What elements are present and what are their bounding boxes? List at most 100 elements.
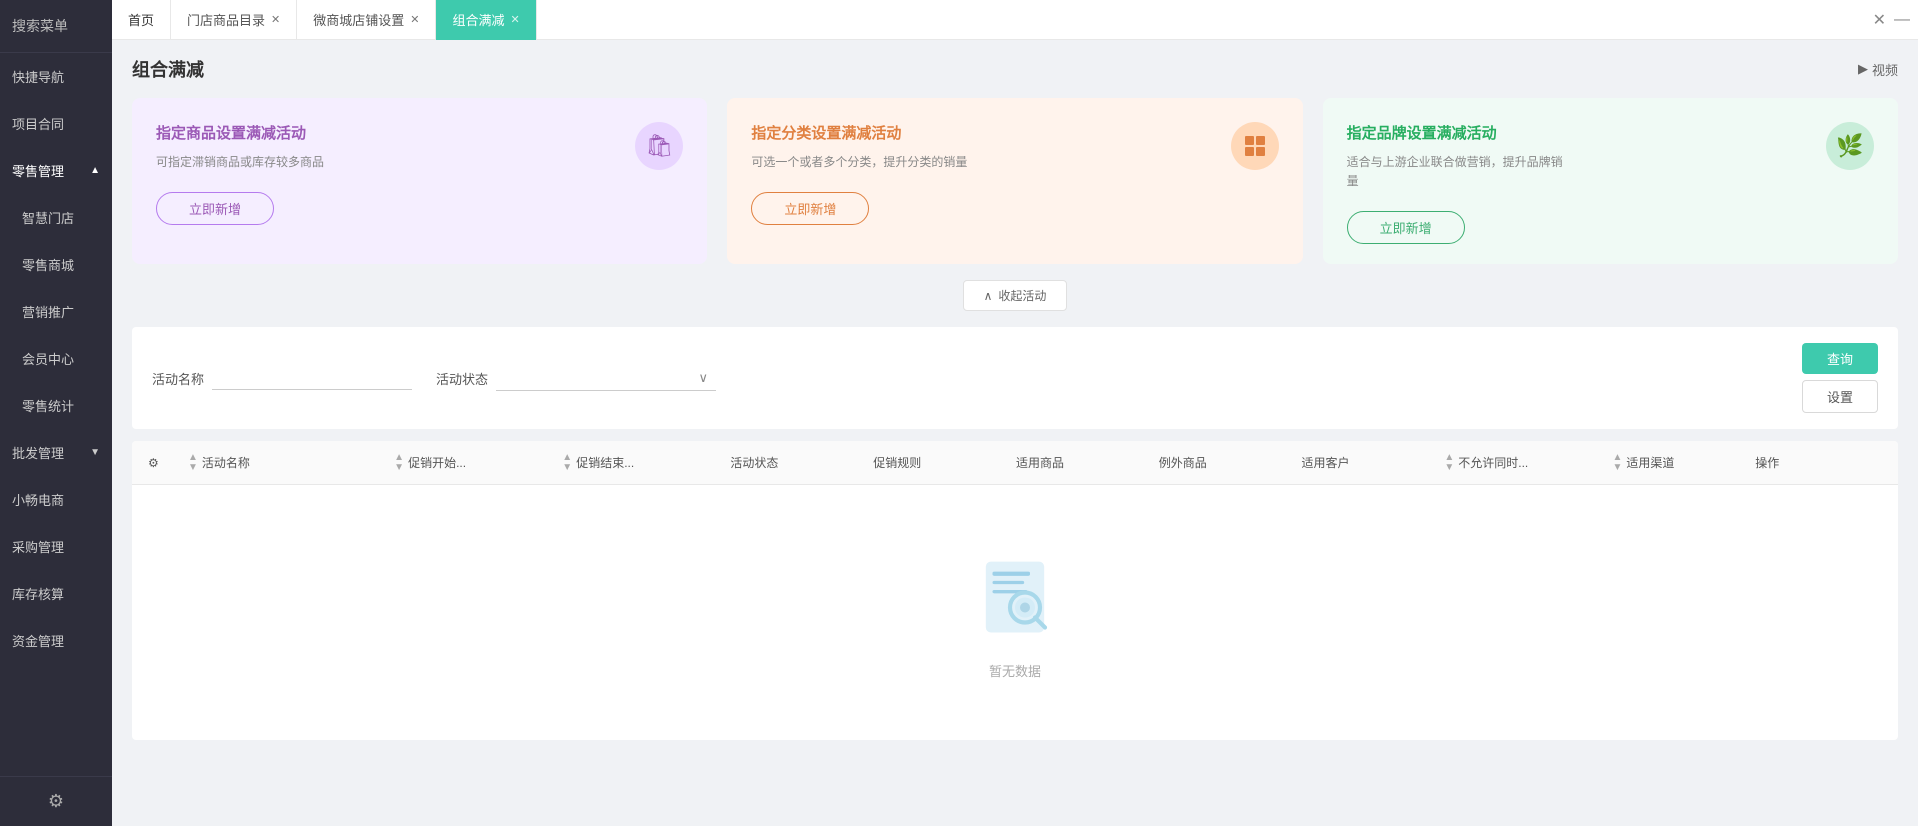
sidebar-item-retail-mall[interactable]: 零售商城 (0, 241, 112, 288)
collapse-button[interactable]: ∧ 收起活动 (963, 280, 1068, 311)
empty-illustration (965, 545, 1065, 645)
th-start-label: 促销开始... (408, 454, 466, 471)
sidebar-item-marketing[interactable]: 营销推广 (0, 288, 112, 335)
chevron-down-icon: ∨ (699, 370, 709, 386)
promo-card-category: 指定分类设置满减活动 可选一个或者多个分类，提升分类的销量 立即新增 (727, 98, 1302, 264)
promo-card-brand-icon: 🌿 (1826, 122, 1874, 170)
th-nosame-label: 不允许同时... (1458, 454, 1528, 471)
window-close-icon[interactable]: ✕ (1873, 10, 1886, 30)
sort-icon: ▲▼ (1444, 453, 1454, 473)
video-label: 视频 (1872, 60, 1898, 79)
promo-card-category-title: 指定分类设置满减活动 (751, 122, 1278, 143)
sidebar-item-label: 批发管理 (12, 443, 64, 462)
filter-name-input[interactable] (212, 366, 412, 390)
sidebar: 搜索菜单 快捷导航 项目合同 零售管理 ▲ 智慧门店 零售商城 营销推广 会员中… (0, 0, 112, 826)
sort-icon: ▲▼ (1612, 453, 1622, 473)
th-goods-label: 适用商品 (1016, 454, 1064, 471)
empty-state: 暂无数据 (132, 485, 1898, 740)
sidebar-item-purchase-mgmt[interactable]: 采购管理 (0, 523, 112, 570)
th-name[interactable]: ▲▼ 活动名称 (180, 453, 386, 473)
collapse-label: 收起活动 (998, 287, 1046, 304)
sidebar-item-label: 零售商城 (22, 255, 74, 274)
empty-text: 暂无数据 (989, 661, 1041, 680)
sidebar-item-label: 项目合同 (12, 114, 64, 133)
sidebar-item-label: 零售统计 (22, 396, 74, 415)
promo-card-category-btn[interactable]: 立即新增 (751, 192, 869, 225)
sort-icon: ▲▼ (188, 453, 198, 473)
sidebar-item-label: 采购管理 (12, 537, 64, 556)
sidebar-item-label: 快捷导航 (12, 67, 64, 86)
play-icon: ▶ (1858, 61, 1868, 77)
tabs-controls: ✕ — (1873, 10, 1918, 30)
close-icon[interactable]: ✕ (271, 13, 280, 26)
th-ops-label: 操作 (1755, 454, 1779, 471)
filter-row: 活动名称 活动状态 ∨ 查询 设置 (132, 327, 1898, 429)
sidebar-item-label: 智慧门店 (22, 208, 74, 227)
sidebar-item-xiaochang-ecom[interactable]: 小畅电商 (0, 476, 112, 523)
filter-status-select[interactable]: ∨ (496, 366, 716, 391)
th-goods: 适用商品 (1008, 454, 1151, 471)
th-except: 例外商品 (1151, 454, 1294, 471)
filter-name-item: 活动名称 (152, 366, 412, 390)
filter-status-item: 活动状态 ∨ (436, 366, 716, 391)
promo-cards-row: 🛍 指定商品设置满减活动 可指定滞销商品或库存较多商品 立即新增 指定分类设置满… (132, 98, 1898, 264)
tabs-bar: 首页 门店商品目录 ✕ 微商城店铺设置 ✕ 组合满减 ✕ ✕ — (112, 0, 1918, 40)
chevron-down-icon: ▼ (90, 447, 100, 458)
sidebar-item-label: 会员中心 (22, 349, 74, 368)
close-icon[interactable]: ✕ (410, 13, 419, 26)
sidebar-item-project-contract[interactable]: 项目合同 (0, 100, 112, 147)
query-button[interactable]: 查询 (1802, 343, 1878, 374)
window-minimize-icon[interactable]: — (1894, 11, 1910, 29)
th-channel-label: 适用渠道 (1626, 454, 1674, 471)
tab-home[interactable]: 首页 (112, 0, 171, 40)
th-end[interactable]: ▲▼ 促销结束... (554, 453, 722, 473)
promo-card-product-btn[interactable]: 立即新增 (156, 192, 274, 225)
video-link[interactable]: ▶ 视频 (1858, 60, 1898, 79)
main-area: 首页 门店商品目录 ✕ 微商城店铺设置 ✕ 组合满减 ✕ ✕ — 组合满减 ▶ … (112, 0, 1918, 826)
th-rule: 促销规则 (865, 454, 1008, 471)
sidebar-item-smart-store[interactable]: 智慧门店 (0, 194, 112, 241)
data-table: ⚙ ▲▼ 活动名称 ▲▼ 促销开始... ▲▼ 促销结束... 活动状态 (132, 441, 1898, 740)
sidebar-item-member-center[interactable]: 会员中心 (0, 335, 112, 382)
sidebar-item-label: 零售管理 (12, 161, 64, 180)
sidebar-search[interactable]: 搜索菜单 (0, 0, 112, 53)
chevron-up-icon: ∧ (984, 289, 993, 303)
th-gear[interactable]: ⚙ (140, 456, 180, 470)
sidebar-item-finance-mgmt[interactable]: 资金管理 (0, 617, 112, 664)
promo-card-brand-desc: 适合与上游企业联合做营销，提升品牌销量 (1347, 153, 1567, 191)
th-name-label: 活动名称 (202, 454, 250, 471)
sidebar-item-inventory-calc[interactable]: 库存核算 (0, 570, 112, 617)
th-ops: 操作 (1747, 454, 1890, 471)
sidebar-item-wholesale-mgmt[interactable]: 批发管理 ▼ (0, 429, 112, 476)
promo-card-brand: 🌿 指定品牌设置满减活动 适合与上游企业联合做营销，提升品牌销量 立即新增 (1323, 98, 1898, 264)
filter-status-label: 活动状态 (436, 369, 488, 388)
table-header: ⚙ ▲▼ 活动名称 ▲▼ 促销开始... ▲▼ 促销结束... 活动状态 (132, 441, 1898, 485)
promo-card-product: 🛍 指定商品设置满减活动 可指定滞销商品或库存较多商品 立即新增 (132, 98, 707, 264)
page-header: 组合满减 ▶ 视频 (132, 56, 1898, 82)
tab-wechat-shop-settings[interactable]: 微商城店铺设置 ✕ (297, 0, 436, 40)
filter-name-label: 活动名称 (152, 369, 204, 388)
sidebar-item-quick-nav[interactable]: 快捷导航 (0, 53, 112, 100)
settings-button[interactable]: 设置 (1802, 380, 1878, 413)
tab-store-catalog-label: 门店商品目录 (187, 10, 265, 29)
promo-card-product-icon: 🛍 (635, 122, 683, 170)
th-status: 活动状态 (722, 454, 865, 471)
close-icon[interactable]: ✕ (511, 13, 520, 26)
promo-card-product-title: 指定商品设置满减活动 (156, 122, 683, 143)
sidebar-item-label: 营销推广 (22, 302, 74, 321)
tab-store-catalog[interactable]: 门店商品目录 ✕ (171, 0, 297, 40)
promo-card-product-desc: 可指定滞销商品或库存较多商品 (156, 153, 376, 172)
th-rule-label: 促销规则 (873, 454, 921, 471)
tab-combo-discount[interactable]: 组合满减 ✕ (436, 0, 536, 40)
th-channel[interactable]: ▲▼ 适用渠道 (1604, 453, 1747, 473)
settings-icon[interactable]: ⚙ (48, 791, 64, 812)
th-nosame[interactable]: ▲▼ 不允许同时... (1436, 453, 1604, 473)
sidebar-bottom: ⚙ (0, 776, 112, 826)
sidebar-item-retail-mgmt[interactable]: 零售管理 ▲ (0, 147, 112, 194)
promo-card-brand-btn[interactable]: 立即新增 (1347, 211, 1465, 244)
sidebar-item-label: 库存核算 (12, 584, 64, 603)
promo-card-category-icon (1231, 122, 1279, 170)
chevron-up-icon: ▲ (90, 165, 100, 176)
th-start[interactable]: ▲▼ 促销开始... (386, 453, 554, 473)
sidebar-item-retail-stats[interactable]: 零售统计 (0, 382, 112, 429)
